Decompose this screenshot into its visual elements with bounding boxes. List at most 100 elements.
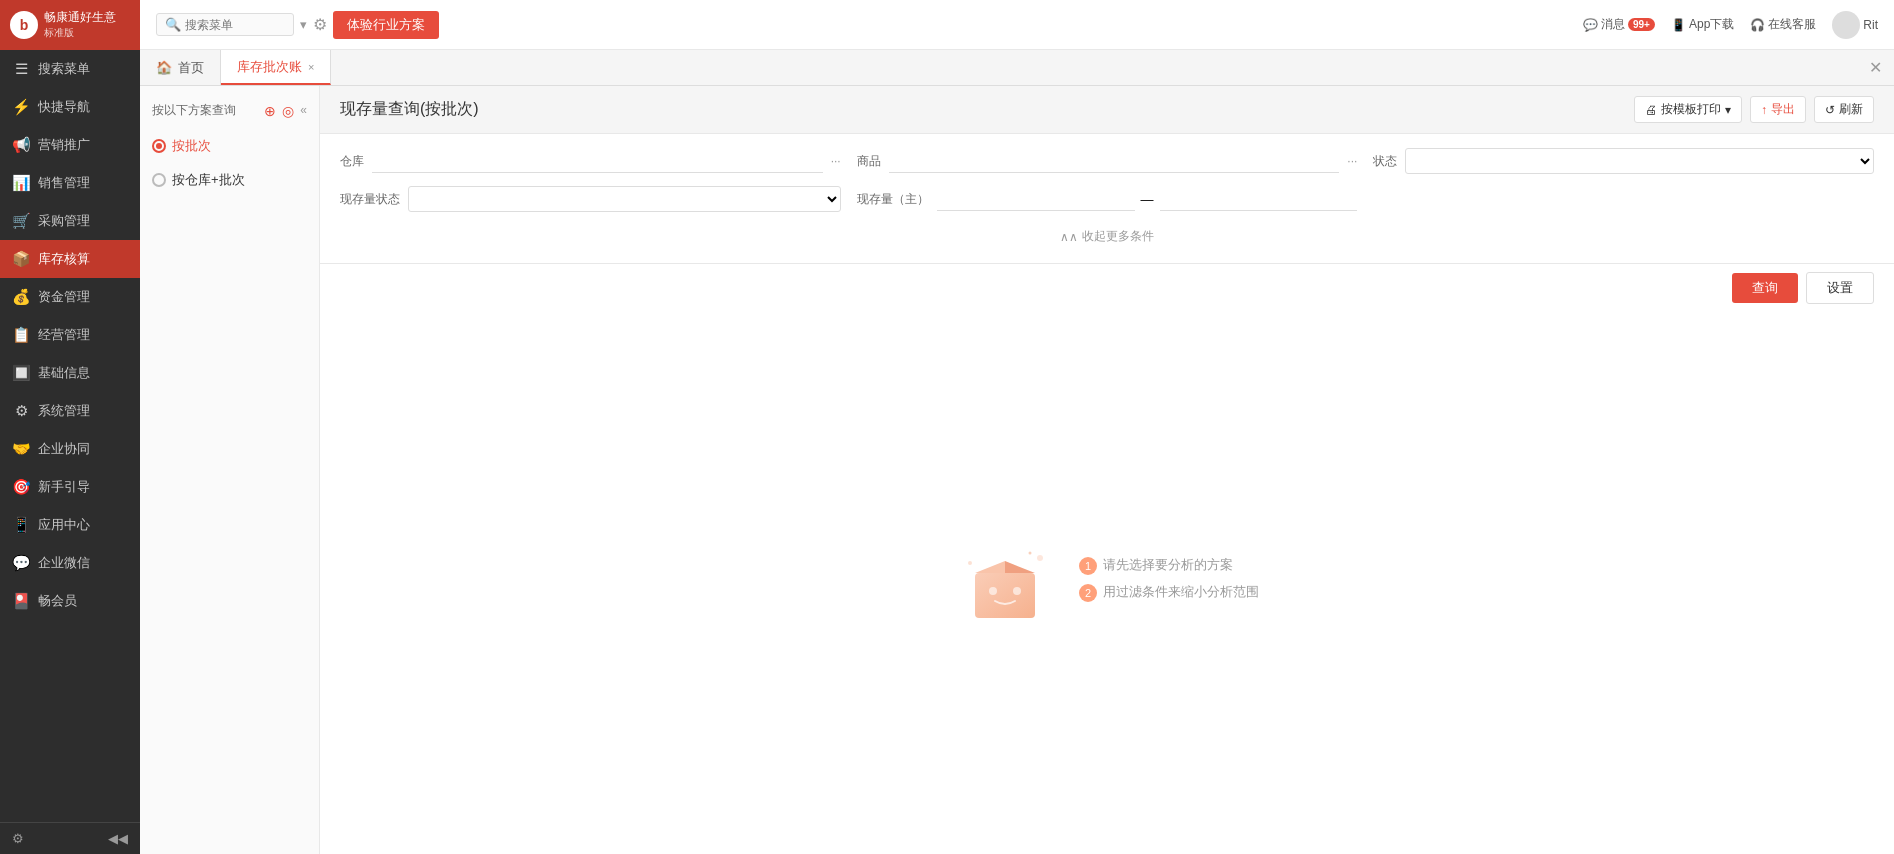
tip-item-2: 2 用过滤条件来缩小分析范围 xyxy=(1079,583,1259,602)
sidebar-item-member[interactable]: 🎴 畅会员 xyxy=(0,582,140,620)
purchase-icon: 🛒 xyxy=(12,212,30,230)
tip-num-1: 1 xyxy=(1079,557,1097,575)
print-icon: 🖨 xyxy=(1645,103,1657,117)
edition-label: 标准版 xyxy=(44,26,116,40)
user-profile-item[interactable]: Rit xyxy=(1832,11,1878,39)
refresh-icon: ↺ xyxy=(1825,103,1835,117)
sidebar-item-inventory[interactable]: 📦 库存核算 xyxy=(0,240,140,278)
shortcuts-icon: ⚡ xyxy=(12,98,30,116)
guide-icon: 🎯 xyxy=(12,478,30,496)
tab-batch-label: 库存批次账 xyxy=(237,58,302,76)
print-dropdown-icon[interactable]: ▾ xyxy=(1725,103,1731,117)
messages-item[interactable]: 💬 消息 99+ xyxy=(1583,16,1655,33)
sidebar-search-label: 搜索菜单 xyxy=(38,60,90,78)
warehouse-more[interactable]: ··· xyxy=(831,154,841,168)
sidebar-marketing-label: 营销推广 xyxy=(38,136,90,154)
filter-row-1: 仓库 ··· 商品 ··· 状态 xyxy=(340,148,1874,174)
qty-min-input[interactable] xyxy=(937,188,1135,211)
svg-marker-1 xyxy=(975,561,1005,573)
apps-icon: 📱 xyxy=(12,516,30,534)
settings-button[interactable]: 设置 xyxy=(1806,272,1874,304)
sidebar-item-apps[interactable]: 📱 应用中心 xyxy=(0,506,140,544)
basic-icon: 🔲 xyxy=(12,364,30,382)
add-scheme-icon[interactable]: ⊕ xyxy=(264,103,276,119)
collapse-filter-btn[interactable]: ∧∧ 收起更多条件 xyxy=(340,224,1874,253)
empty-illustration xyxy=(955,533,1055,633)
home-icon: 🏠 xyxy=(156,60,172,75)
sidebar-item-operations[interactable]: 📋 经营管理 xyxy=(0,316,140,354)
sidebar-shortcuts-label: 快捷导航 xyxy=(38,98,90,116)
svg-point-5 xyxy=(968,561,972,565)
sidebar-item-shortcuts[interactable]: ⚡ 快捷导航 xyxy=(0,88,140,126)
tip-text-1: 请先选择要分析的方案 xyxy=(1103,556,1233,574)
right-content: 现存量查询(按批次) 🖨 按模板打印 ▾ ↑ 导出 ↺ 刷新 xyxy=(320,86,1894,854)
sidebar-item-sales[interactable]: 📊 销售管理 xyxy=(0,164,140,202)
empty-state: 1 请先选择要分析的方案 2 用过滤条件来缩小分析范围 xyxy=(320,312,1894,854)
filter-area: 仓库 ··· 商品 ··· 状态 xyxy=(320,134,1894,264)
search-menu-icon: ☰ xyxy=(12,60,30,78)
qty-max-input[interactable] xyxy=(1160,188,1358,211)
wechat-icon: 💬 xyxy=(12,554,30,572)
refresh-button[interactable]: ↺ 刷新 xyxy=(1814,96,1874,123)
sidebar-item-marketing[interactable]: 📢 营销推广 xyxy=(0,126,140,164)
inventory-icon: 📦 xyxy=(12,250,30,268)
left-panel-actions: ⊕ ◎ « xyxy=(264,103,307,119)
left-panel-header: 按以下方案查询 ⊕ ◎ « xyxy=(140,96,319,129)
topbar-left: 🔍 ▾ ⚙ 体验行业方案 xyxy=(156,11,1573,39)
empty-tips: 1 请先选择要分析的方案 2 用过滤条件来缩小分析范围 xyxy=(1079,556,1259,610)
online-service-label: 在线客服 xyxy=(1768,16,1816,33)
collapse-sidebar-icon[interactable]: ◀◀ xyxy=(108,831,128,846)
print-button[interactable]: 🖨 按模板打印 ▾ xyxy=(1634,96,1742,123)
app-download-label: App下载 xyxy=(1689,16,1734,33)
search-icon: 🔍 xyxy=(165,17,181,32)
svg-point-3 xyxy=(989,587,997,595)
sidebar-basic-label: 基础信息 xyxy=(38,364,90,382)
query-button[interactable]: 查询 xyxy=(1732,273,1798,303)
collapse-panel-icon[interactable]: « xyxy=(300,103,307,119)
tip-num-2: 2 xyxy=(1079,584,1097,602)
status-select[interactable] xyxy=(1405,148,1874,174)
trial-button[interactable]: 体验行业方案 xyxy=(333,11,439,39)
sidebar-item-purchase[interactable]: 🛒 采购管理 xyxy=(0,202,140,240)
close-tab-icon[interactable]: × xyxy=(308,61,314,73)
online-service-item[interactable]: 🎧 在线客服 xyxy=(1750,16,1816,33)
tip-text-2: 用过滤条件来缩小分析范围 xyxy=(1103,583,1259,601)
app-download-item[interactable]: 📱 App下载 xyxy=(1671,16,1734,33)
settings-icon[interactable]: ⚙ xyxy=(12,831,24,846)
dropdown-icon[interactable]: ▾ xyxy=(300,17,307,32)
tab-batch-account[interactable]: 库存批次账 × xyxy=(221,50,331,85)
tip-item-1: 1 请先选择要分析的方案 xyxy=(1079,556,1259,575)
sidebar-member-label: 畅会员 xyxy=(38,592,77,610)
sidebar-wechat-label: 企业微信 xyxy=(38,554,90,572)
sidebar: b 畅康通好生意 标准版 ☰ 搜索菜单 ⚡ 快捷导航 📢 营销推广 📊 销售管理… xyxy=(0,0,140,854)
sidebar-item-finance[interactable]: 💰 资金管理 xyxy=(0,278,140,316)
warehouse-input[interactable] xyxy=(372,150,823,173)
topbar-right: 💬 消息 99+ 📱 App下载 🎧 在线客服 Rit xyxy=(1583,11,1878,39)
scheme-settings-icon[interactable]: ◎ xyxy=(282,103,294,119)
product-input[interactable] xyxy=(889,150,1340,173)
collapse-up-icon: ∧∧ xyxy=(1060,230,1078,244)
tab-home[interactable]: 🏠 首页 xyxy=(140,50,221,85)
left-panel-item-batch[interactable]: 按批次 xyxy=(140,129,319,163)
sidebar-item-wechat[interactable]: 💬 企业微信 xyxy=(0,544,140,582)
filter-warehouse: 仓库 ··· xyxy=(340,150,841,173)
filter-qty-range: — xyxy=(937,188,1358,211)
messages-label: 消息 xyxy=(1601,16,1625,33)
product-more[interactable]: ··· xyxy=(1347,154,1357,168)
sidebar-item-search[interactable]: ☰ 搜索菜单 xyxy=(0,50,140,88)
filter-product: 商品 ··· xyxy=(857,150,1358,173)
gear-icon[interactable]: ⚙ xyxy=(313,15,327,34)
sidebar-item-system[interactable]: ⚙ 系统管理 xyxy=(0,392,140,430)
sidebar-apps-label: 应用中心 xyxy=(38,516,90,534)
left-panel-item-warehouse-batch[interactable]: 按仓库+批次 xyxy=(140,163,319,197)
cooperation-icon: 🤝 xyxy=(12,440,30,458)
sidebar-item-guide[interactable]: 🎯 新手引导 xyxy=(0,468,140,506)
sidebar-item-basic[interactable]: 🔲 基础信息 xyxy=(0,354,140,392)
search-input[interactable] xyxy=(185,18,285,32)
inventory-status-select[interactable] xyxy=(408,186,841,212)
action-row: 查询 设置 xyxy=(320,264,1894,312)
sidebar-item-cooperation[interactable]: 🤝 企业协同 xyxy=(0,430,140,468)
left-panel: 按以下方案查询 ⊕ ◎ « 按批次 按仓库+批次 xyxy=(140,86,320,854)
export-button[interactable]: ↑ 导出 xyxy=(1750,96,1806,123)
close-all-tabs-icon[interactable]: ✕ xyxy=(1857,58,1894,77)
